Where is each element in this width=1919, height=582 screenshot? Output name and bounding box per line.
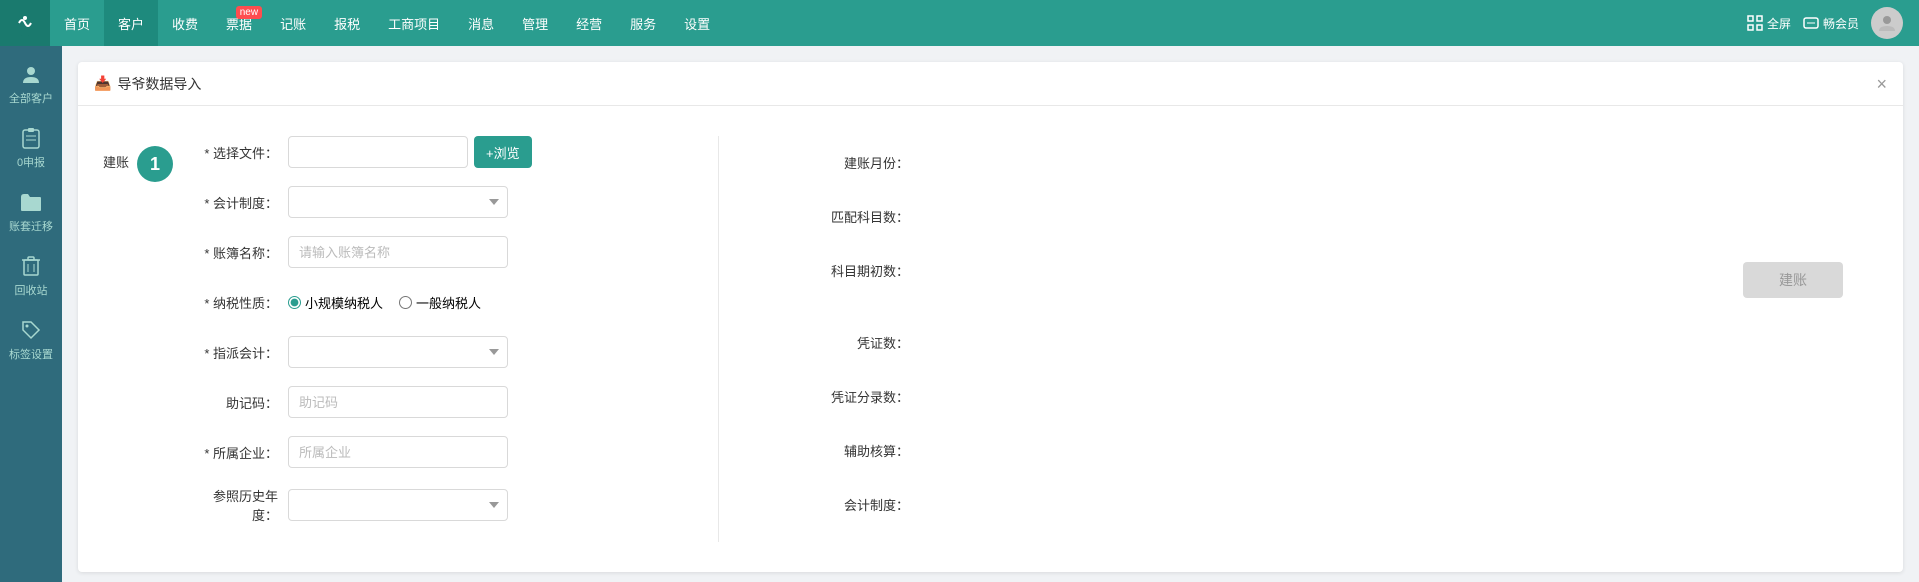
company-row: * 所属企业：	[198, 436, 678, 468]
accountant-select[interactable]	[288, 336, 508, 368]
accounting-label: * 会计制度：	[198, 193, 288, 212]
accountant-row: * 指派会计：	[198, 336, 678, 368]
nav-operations[interactable]: 经营	[562, 0, 616, 46]
nav-services[interactable]: 服务	[616, 0, 670, 46]
tax-label: * 纳税性质：	[198, 293, 288, 312]
tag-icon	[19, 318, 43, 342]
person-icon	[19, 62, 43, 86]
nav-home[interactable]: 首页	[50, 0, 104, 46]
nav-messages[interactable]: 消息	[454, 0, 508, 46]
memo-row: 助记码：	[198, 386, 678, 418]
nav-tax[interactable]: 报税	[320, 0, 374, 46]
main-content: 📥 导爷数据导入 × 建账 1 * 选择文件： +浏览	[62, 46, 1919, 582]
sidebar: 全部客户 0申报 账套迁移 回收站 标签设置	[0, 46, 62, 582]
nav-clients[interactable]: 客户	[104, 0, 158, 46]
panel-body: 建账 1 * 选择文件： +浏览 * 会计制度：	[78, 106, 1903, 572]
form-area: * 选择文件： +浏览 * 会计制度： * 账簿名称：	[198, 136, 678, 542]
company-input[interactable]	[288, 436, 508, 468]
sidebar-item-recycle-bin[interactable]: 回收站	[0, 246, 62, 306]
logo-icon	[11, 9, 39, 37]
tax-small-label: 小规模纳税人	[305, 293, 383, 312]
file-label: * 选择文件：	[198, 143, 288, 162]
ledger-row: * 账簿名称：	[198, 236, 678, 268]
fullscreen-btn[interactable]: 全屏	[1747, 15, 1791, 32]
import-panel: 📥 导爷数据导入 × 建账 1 * 选择文件： +浏览	[78, 62, 1903, 572]
sidebar-item-tag-settings[interactable]: 标签设置	[0, 310, 62, 370]
voucher-label: 凭证数：	[819, 333, 919, 352]
memo-label: 助记码：	[198, 393, 288, 412]
browse-button[interactable]: +浏览	[474, 136, 532, 168]
app-logo[interactable]	[0, 0, 50, 46]
accounting-row: * 会计制度：	[198, 186, 678, 218]
build-account-button[interactable]: 建账	[1743, 262, 1843, 298]
match-label: 匹配科目数：	[819, 207, 919, 226]
nav-menu: 首页 客户 收费 票据 new 记账 报税 工商项目 消息 管理 经营	[50, 0, 1747, 46]
nav-billing[interactable]: 收费	[158, 0, 212, 46]
company-label: * 所属企业：	[198, 443, 288, 462]
clipboard-icon	[19, 126, 43, 150]
step-circle: 1	[137, 146, 173, 182]
voucher-entries-label: 凭证分录数：	[819, 387, 919, 406]
sidebar-item-zero-report[interactable]: 0申报	[0, 118, 62, 178]
top-navigation: 首页 客户 收费 票据 new 记账 报税 工商项目 消息 管理 经营	[0, 0, 1919, 46]
panel-divider	[718, 136, 719, 542]
sidebar-item-all-clients[interactable]: 全部客户	[0, 54, 62, 114]
avatar-icon	[1877, 13, 1897, 33]
sidebar-item-account-migration[interactable]: 账套迁移	[0, 182, 62, 242]
nav-right-area: 全屏 畅会员	[1747, 7, 1919, 39]
auxiliary-row: 辅助核算：	[819, 434, 1099, 466]
tax-radio-group: 小规模纳税人 一般纳税人	[288, 293, 481, 312]
voucher-row: 凭证数：	[819, 326, 1099, 358]
tax-small-radio[interactable]: 小规模纳税人	[288, 293, 383, 312]
accounting-system-label: 会计制度：	[819, 495, 919, 514]
nav-bookkeeping[interactable]: 记账	[266, 0, 320, 46]
panel-title-icon: 📥	[94, 75, 111, 92]
accounting-select[interactable]	[288, 186, 508, 218]
step-area: 建账 1	[78, 136, 198, 542]
nav-business[interactable]: 工商项目	[374, 0, 454, 46]
tax-general-label: 一般纳税人	[416, 293, 481, 312]
history-label: 参照历史年度：	[198, 486, 288, 524]
tax-general-radio[interactable]: 一般纳税人	[399, 293, 481, 312]
memo-input[interactable]	[288, 386, 508, 418]
ledger-input[interactable]	[288, 236, 508, 268]
close-button[interactable]: ×	[1876, 74, 1887, 95]
info-area: 建账月份： 匹配科目数： 科目期初数： 凭证数： 凭证分录数：	[759, 136, 1099, 542]
file-input-group: +浏览	[288, 136, 532, 168]
trash-icon	[19, 254, 43, 278]
month-label: 建账月份：	[819, 153, 919, 172]
nav-management[interactable]: 管理	[508, 0, 562, 46]
tax-small-input[interactable]	[288, 296, 301, 309]
member-icon	[1803, 15, 1819, 31]
period-row: 科目期初数：	[819, 254, 1099, 286]
history-row: 参照历史年度：	[198, 486, 678, 524]
step-label: 建账	[103, 152, 129, 171]
voucher-entries-row: 凭证分录数：	[819, 380, 1099, 412]
new-badge: new	[236, 6, 262, 19]
panel-header: 📥 导爷数据导入	[78, 62, 1903, 106]
file-row: * 选择文件： +浏览	[198, 136, 678, 168]
nav-settings[interactable]: 设置	[670, 0, 724, 46]
match-row: 匹配科目数：	[819, 200, 1099, 232]
build-btn-area: 建账	[1743, 262, 1843, 298]
member-btn[interactable]: 畅会员	[1803, 15, 1859, 32]
tax-general-input[interactable]	[399, 296, 412, 309]
nav-invoices[interactable]: 票据 new	[212, 0, 266, 46]
accountant-label: * 指派会计：	[198, 343, 288, 362]
month-row: 建账月份：	[819, 146, 1099, 178]
tax-row: * 纳税性质： 小规模纳税人 一般纳税人	[198, 286, 678, 318]
accounting-system-row: 会计制度：	[819, 488, 1099, 520]
panel-title: 导爷数据导入	[117, 74, 201, 94]
auxiliary-label: 辅助核算：	[819, 441, 919, 460]
folder-icon	[19, 190, 43, 214]
ledger-label: * 账簿名称：	[198, 243, 288, 262]
period-label: 科目期初数：	[819, 261, 919, 280]
user-avatar[interactable]	[1871, 7, 1903, 39]
file-input[interactable]	[288, 136, 468, 168]
fullscreen-icon	[1747, 15, 1763, 31]
history-select[interactable]	[288, 489, 508, 521]
